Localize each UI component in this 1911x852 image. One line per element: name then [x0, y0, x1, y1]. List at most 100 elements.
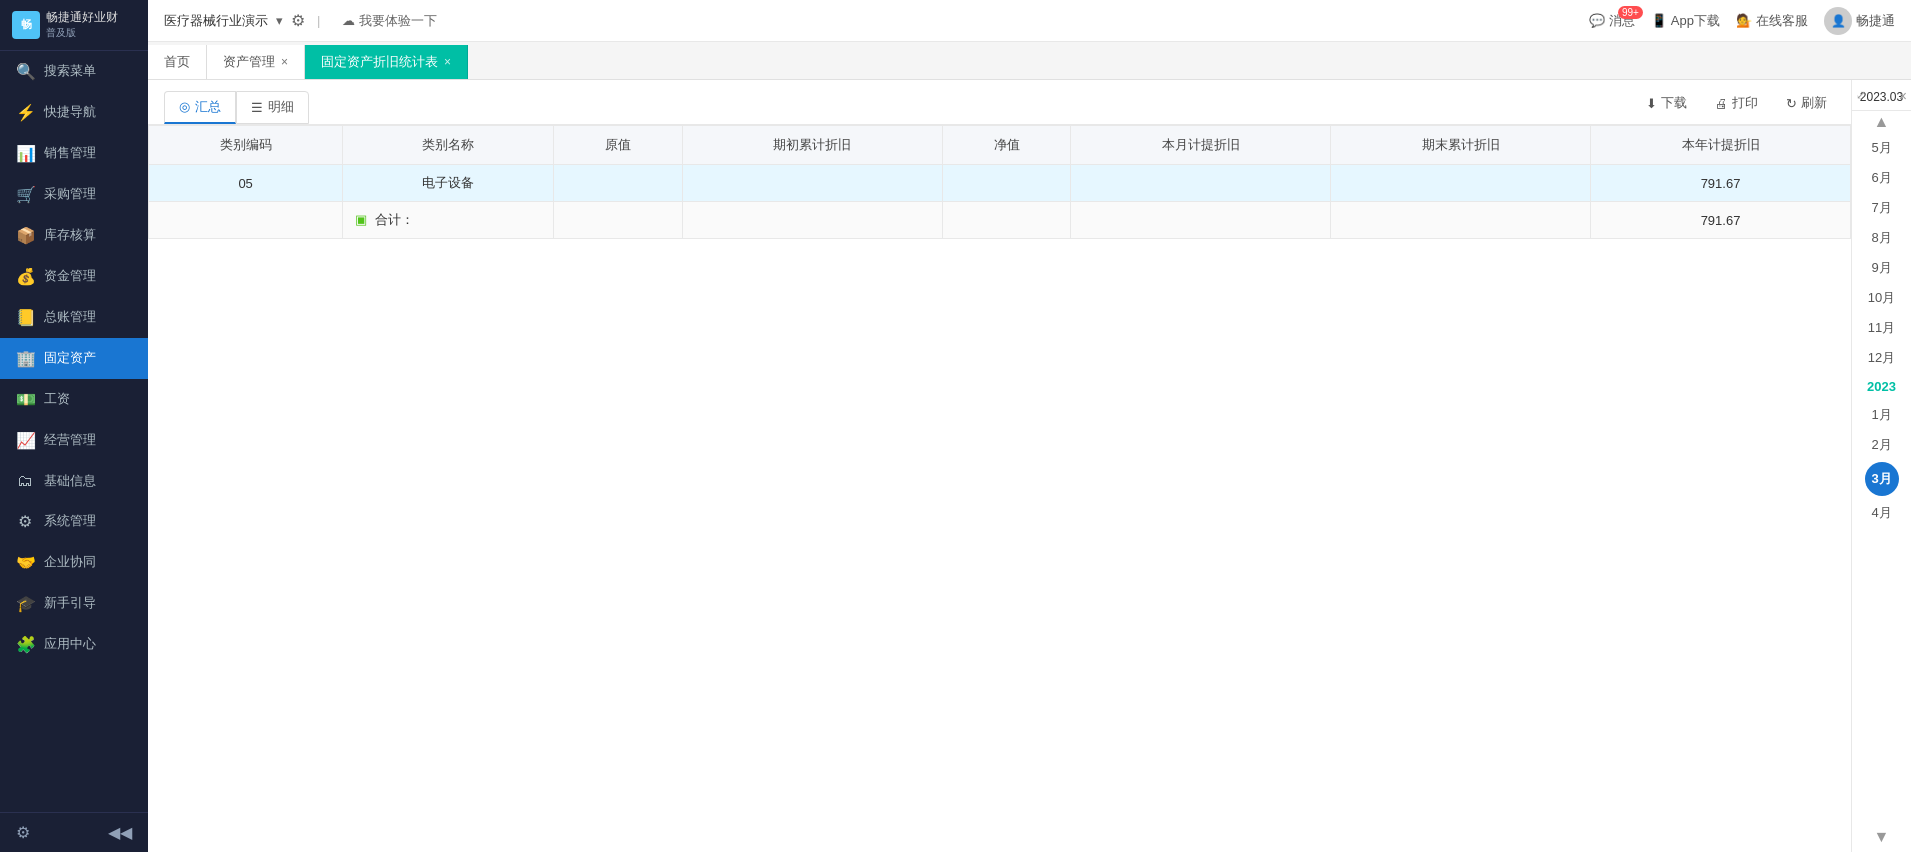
sidebar-item-collab[interactable]: 🤝 企业协同 — [0, 542, 148, 583]
sub-tab-summary[interactable]: ◎ 汇总 — [164, 91, 236, 124]
sidebar-item-label: 应用中心 — [44, 635, 96, 653]
settings-footer-icon[interactable]: ⚙ — [16, 823, 30, 842]
refresh-icon: ↻ — [1786, 96, 1797, 111]
download-label: 下载 — [1661, 94, 1687, 112]
company-dropdown-button[interactable]: ▾ — [276, 13, 283, 28]
month-item-1[interactable]: 1月 — [1852, 400, 1911, 430]
print-label: 打印 — [1732, 94, 1758, 112]
topbar-left: 医疗器械行业演示 ▾ ⚙ | ☁ 我要体验一下 — [164, 8, 447, 34]
month-item-7[interactable]: 7月 — [1852, 193, 1911, 223]
toolbar-actions: ⬇ 下载 🖨 打印 ↻ 刷新 — [1638, 90, 1835, 124]
total-monthly — [1071, 202, 1331, 239]
total-annual: 791.67 — [1591, 202, 1851, 239]
sidebar-item-payroll[interactable]: 💵 工资 — [0, 379, 148, 420]
company-settings-button[interactable]: ⚙ — [291, 11, 305, 30]
month-item-3-active[interactable]: 3月 — [1865, 462, 1899, 496]
cell-accumulated — [682, 165, 942, 202]
ledger-icon: 📒 — [16, 308, 34, 327]
print-button[interactable]: 🖨 打印 — [1707, 90, 1766, 116]
month-item-8[interactable]: 8月 — [1852, 223, 1911, 253]
content-body: ◎ 汇总 ☰ 明细 ⬇ 下载 🖨 打印 — [148, 80, 1911, 852]
sidebar-item-ops[interactable]: 📈 经营管理 — [0, 420, 148, 461]
ops-icon: 📈 — [16, 431, 34, 450]
topbar: 医疗器械行业演示 ▾ ⚙ | ☁ 我要体验一下 💬 消息 99+ 📱 App下载… — [148, 0, 1911, 42]
main-area: 医疗器械行业演示 ▾ ⚙ | ☁ 我要体验一下 💬 消息 99+ 📱 App下载… — [148, 0, 1911, 852]
app-download-button[interactable]: 📱 App下载 — [1651, 12, 1720, 30]
table-wrapper: 类别编码 类别名称 原值 期初累计折旧 净值 本月计提折旧 期末累计折旧 本年计… — [148, 125, 1851, 852]
month-item-10[interactable]: 10月 — [1852, 283, 1911, 313]
sidebar-item-label: 固定资产 — [44, 349, 96, 367]
col-annual: 本年计提折旧 — [1591, 126, 1851, 165]
sidebar-item-sales[interactable]: 📊 销售管理 — [0, 133, 148, 174]
app-version: 普及版 — [46, 26, 118, 40]
tab-depreciation[interactable]: 固定资产折旧统计表 × — [305, 45, 468, 79]
sidebar-item-inventory[interactable]: 📦 库存核算 — [0, 215, 148, 256]
sidebar-item-label: 库存核算 — [44, 226, 96, 244]
month-item-2[interactable]: 2月 — [1852, 430, 1911, 460]
collab-icon: 🤝 — [16, 553, 34, 572]
col-original: 原值 — [554, 126, 683, 165]
phone-icon: 📱 — [1651, 13, 1667, 28]
total-net — [942, 202, 1071, 239]
month-item-12[interactable]: 12月 — [1852, 343, 1911, 373]
date-panel-header: 2023.03 ⤢ × — [1852, 84, 1911, 111]
sub-tab-detail[interactable]: ☰ 明细 — [236, 91, 309, 124]
sidebar-item-finance[interactable]: 💰 资金管理 — [0, 256, 148, 297]
month-item-5[interactable]: 5月 — [1852, 133, 1911, 163]
sidebar-item-label: 基础信息 — [44, 472, 96, 490]
experience-button[interactable]: ☁ 我要体验一下 — [332, 8, 447, 34]
user-profile-button[interactable]: 👤 畅捷通 — [1824, 7, 1895, 35]
tab-assets[interactable]: 资产管理 × — [207, 45, 305, 79]
sub-tab-summary-label: 汇总 — [195, 98, 221, 116]
panel-up-button[interactable]: ▲ — [1872, 113, 1892, 131]
close-panel-button[interactable]: × — [1899, 88, 1907, 104]
tab-home[interactable]: 首页 — [148, 45, 207, 79]
download-button[interactable]: ⬇ 下载 — [1638, 90, 1695, 116]
col-name: 类别名称 — [343, 126, 554, 165]
tab-depreciation-close[interactable]: × — [444, 55, 451, 69]
sub-tabbar: ◎ 汇总 ☰ 明细 ⬇ 下载 🖨 打印 — [148, 80, 1851, 125]
appstore-icon: 🧩 — [16, 635, 34, 654]
refresh-button[interactable]: ↻ 刷新 — [1778, 90, 1835, 116]
message-button[interactable]: 💬 消息 99+ — [1589, 12, 1635, 30]
sidebar-item-ledger[interactable]: 📒 总账管理 — [0, 297, 148, 338]
sales-icon: 📊 — [16, 144, 34, 163]
collapse-sidebar-button[interactable]: ◀◀ — [108, 823, 132, 842]
total-end-accumulated — [1331, 202, 1591, 239]
sidebar-item-guide[interactable]: 🎓 新手引导 — [0, 583, 148, 624]
sidebar-item-appstore[interactable]: 🧩 应用中心 — [0, 624, 148, 665]
cell-name: 电子设备 — [343, 165, 554, 202]
month-item-9[interactable]: 9月 — [1852, 253, 1911, 283]
panel-down-button[interactable]: ▼ — [1872, 828, 1892, 846]
sidebar-item-system[interactable]: ⚙ 系统管理 — [0, 501, 148, 542]
sidebar-item-search[interactable]: 🔍 搜索菜单 — [0, 51, 148, 92]
month-item-11[interactable]: 11月 — [1852, 313, 1911, 343]
sidebar-item-purchase[interactable]: 🛒 采购管理 — [0, 174, 148, 215]
table-row: 05 电子设备 791.67 — [149, 165, 1851, 202]
col-monthly: 本月计提折旧 — [1071, 126, 1331, 165]
date-panel-title: 2023.03 — [1860, 90, 1903, 104]
total-original — [554, 202, 683, 239]
sidebar-logo: 畅 畅捷通好业财 普及版 — [0, 0, 148, 51]
service-label: 在线客服 — [1756, 12, 1808, 30]
month-item-6[interactable]: 6月 — [1852, 163, 1911, 193]
month-item-4[interactable]: 4月 — [1852, 498, 1911, 528]
sidebar-scroll: 🔍 搜索菜单 ⚡ 快捷导航 📊 销售管理 🛒 采购管理 📦 库存核算 💰 资金管… — [0, 51, 148, 812]
sidebar-item-label: 销售管理 — [44, 144, 96, 162]
tab-assets-close[interactable]: × — [281, 55, 288, 69]
col-net: 净值 — [942, 126, 1071, 165]
sidebar-item-basic[interactable]: 🗂 基础信息 — [0, 461, 148, 501]
sidebar-item-fixed[interactable]: 🏢 固定资产 — [0, 338, 148, 379]
search-icon: 🔍 — [16, 62, 34, 81]
sidebar: 畅 畅捷通好业财 普及版 🔍 搜索菜单 ⚡ 快捷导航 📊 销售管理 🛒 采购管理… — [0, 0, 148, 852]
online-service-button[interactable]: 💁 在线客服 — [1736, 12, 1808, 30]
cloud-icon: ☁ — [342, 13, 355, 28]
sidebar-item-quicknav[interactable]: ⚡ 快捷导航 — [0, 92, 148, 133]
tabbar: 首页 资产管理 × 固定资产折旧统计表 × — [148, 42, 1911, 80]
total-cell-code — [149, 202, 343, 239]
finance-icon: 💰 — [16, 267, 34, 286]
print-icon: 🖨 — [1715, 96, 1728, 111]
total-row: ▣ 合计： 791.67 — [149, 202, 1851, 239]
expand-panel-button[interactable]: ⤢ — [1856, 88, 1866, 102]
year-2023-label: 2023 — [1852, 373, 1911, 400]
